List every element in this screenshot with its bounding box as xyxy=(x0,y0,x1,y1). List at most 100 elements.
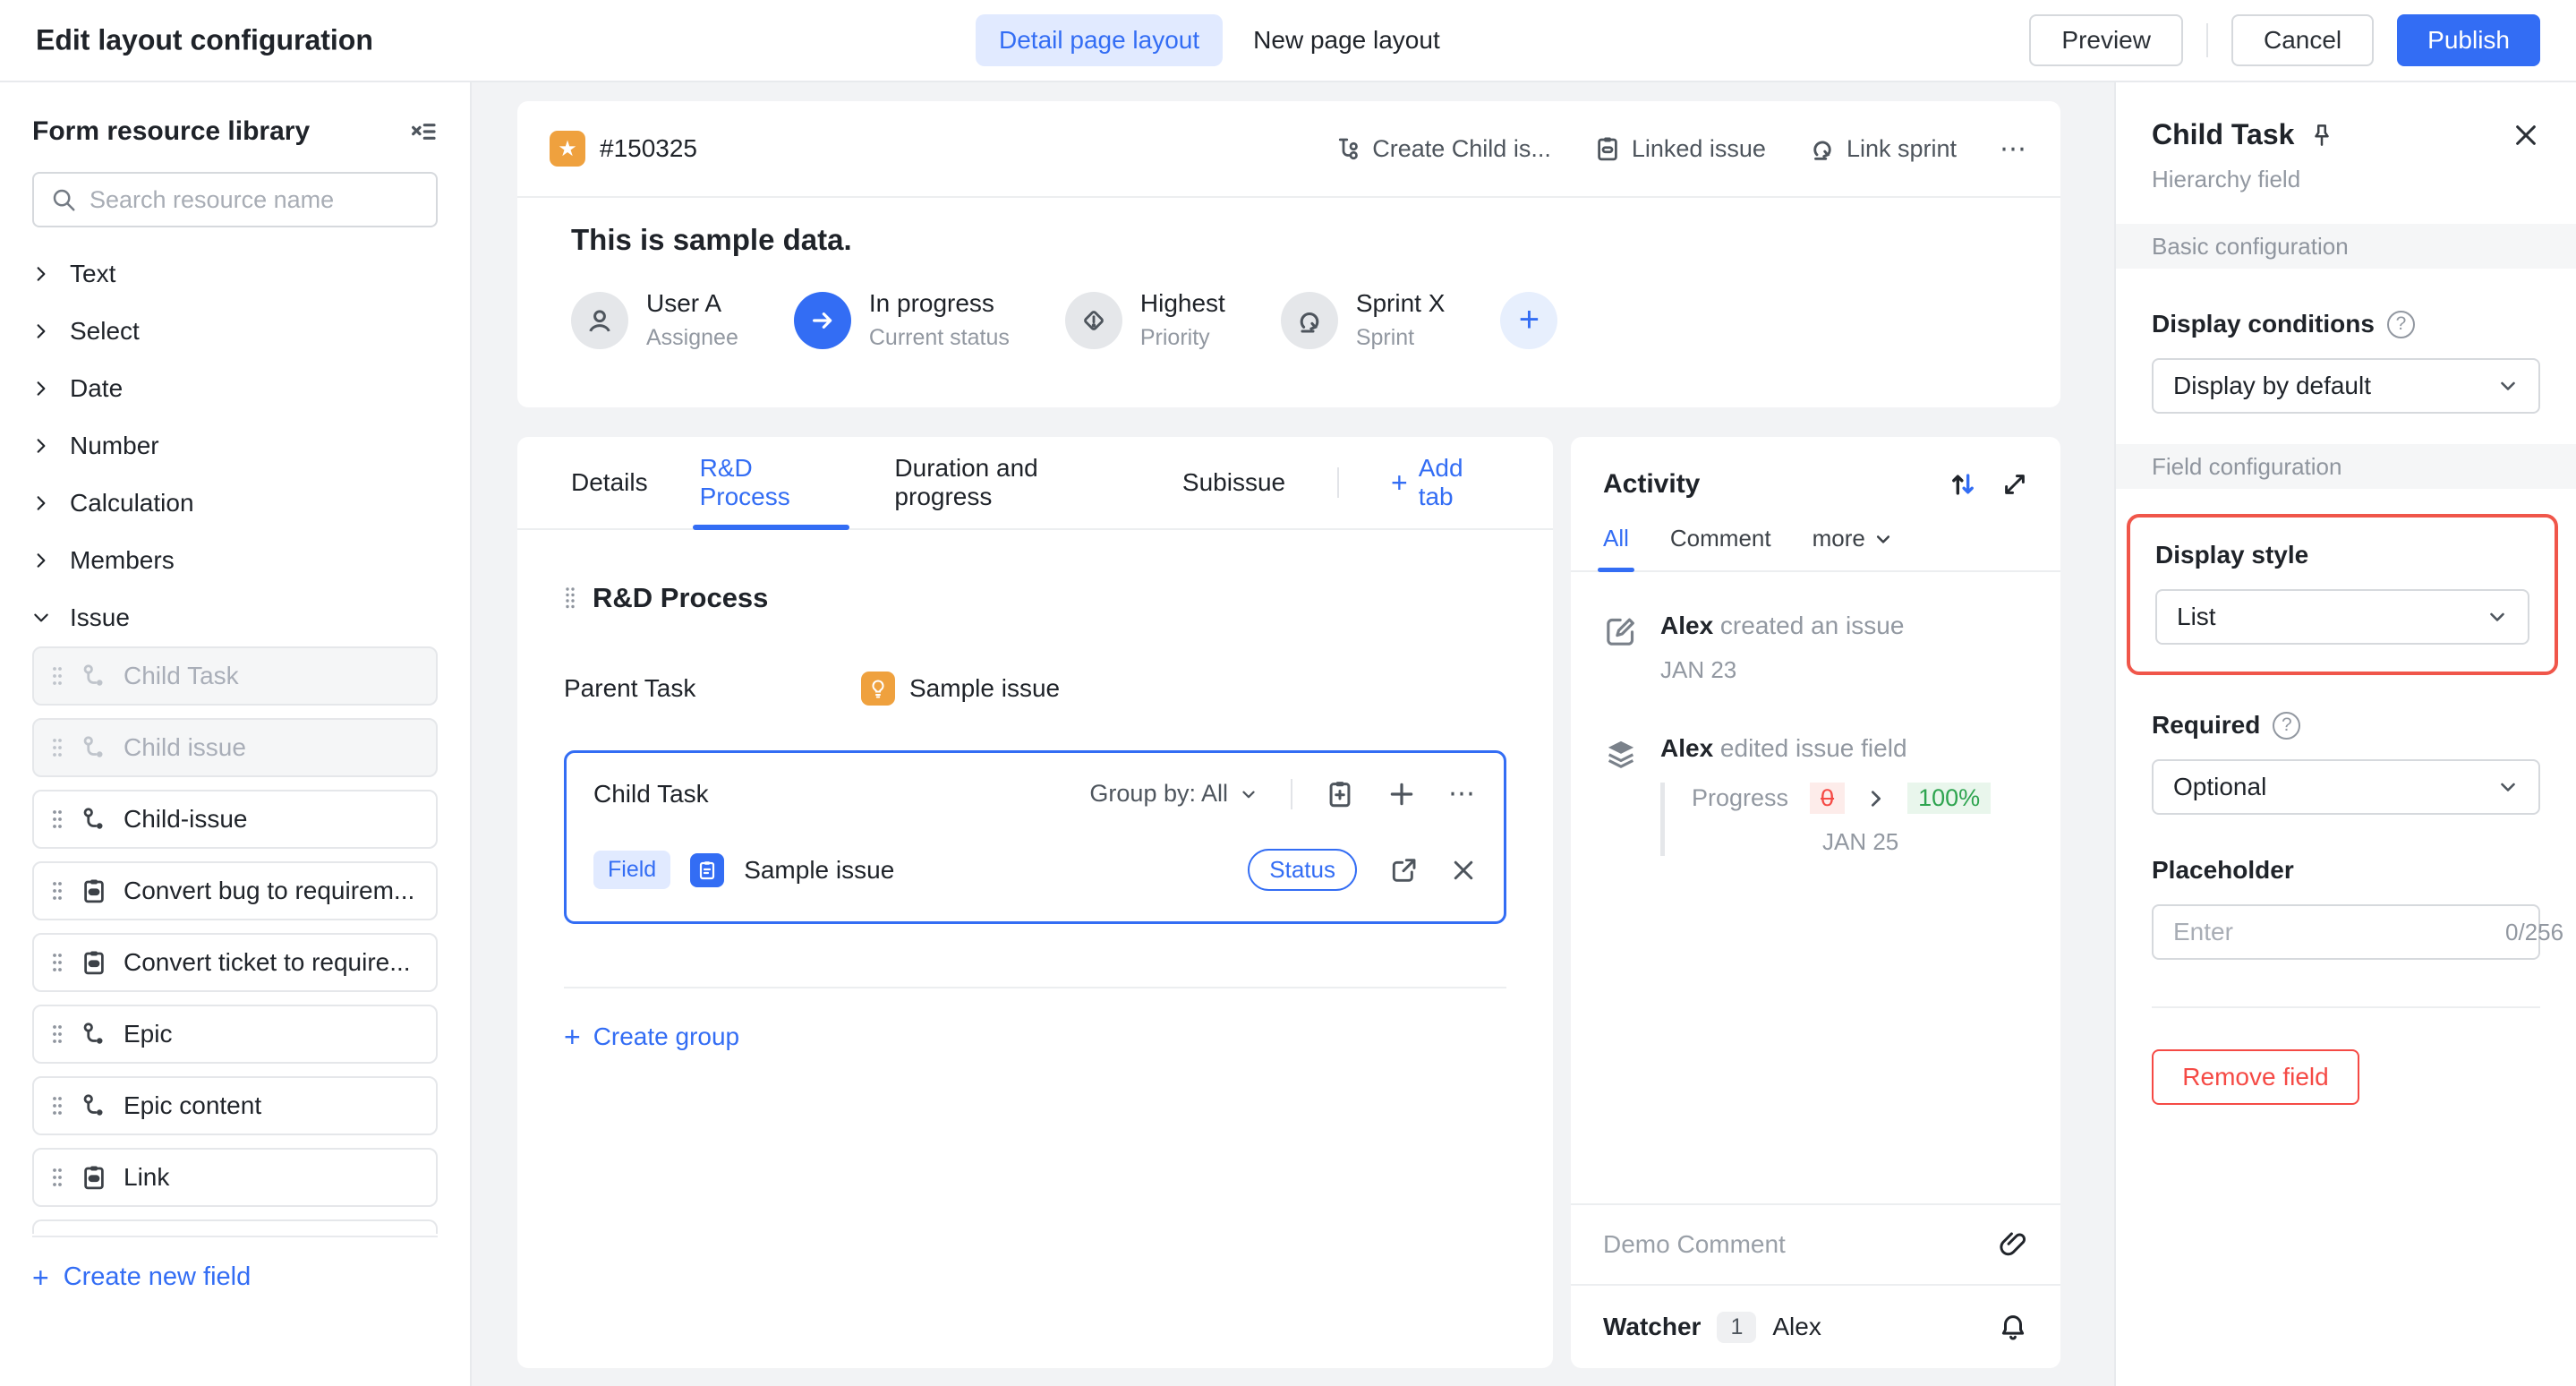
section-title: R&D Process xyxy=(593,582,769,613)
chevron-right-icon xyxy=(32,437,50,455)
remove-field-button[interactable]: Remove field xyxy=(2152,1049,2359,1105)
actor-name[interactable]: Alex xyxy=(1660,612,1713,639)
assignee-chip[interactable]: User A Assignee xyxy=(571,289,738,351)
group-toolbar-divider xyxy=(1291,778,1292,809)
close-panel-icon[interactable] xyxy=(2512,121,2540,150)
tab-detail-page-layout[interactable]: Detail page layout xyxy=(976,14,1224,66)
status-pill[interactable]: Status xyxy=(1248,849,1357,891)
required-select[interactable]: Optional xyxy=(2152,759,2540,815)
display-style-select[interactable]: List xyxy=(2155,589,2529,645)
resource-search[interactable] xyxy=(32,172,438,227)
drag-handle-icon[interactable] xyxy=(50,1094,64,1117)
drag-handle-icon[interactable] xyxy=(50,951,64,974)
convert-issue-icon xyxy=(81,949,107,976)
placeholder-field[interactable]: 0/256 xyxy=(2152,904,2563,960)
linked-issue-button[interactable]: Linked issue xyxy=(1594,135,1766,163)
display-conditions-select[interactable]: Display by default xyxy=(2152,358,2540,414)
collapse-panel-icon[interactable] xyxy=(409,117,438,146)
tree-item-date[interactable]: Date xyxy=(32,360,438,417)
group-by-dropdown[interactable]: Group by: All xyxy=(1089,780,1258,808)
chevron-down-icon xyxy=(2497,375,2519,397)
actor-name[interactable]: Alex xyxy=(1660,734,1713,762)
drag-handle-icon[interactable] xyxy=(50,1022,64,1046)
issue-header-card: ★ #150325 Create Child is... Linked issu… xyxy=(517,101,2060,407)
drag-handle-icon[interactable] xyxy=(50,1166,64,1189)
parent-task-value[interactable]: Sample issue xyxy=(909,674,1060,703)
help-question-icon[interactable]: ? xyxy=(2273,711,2301,740)
field-card-child-issue-2[interactable]: Child-issue xyxy=(32,790,438,849)
comment-input[interactable]: Demo Comment xyxy=(1571,1203,2060,1284)
tab-duration-and-progress[interactable]: Duration and progress xyxy=(894,437,1130,528)
tree-item-calculation[interactable]: Calculation xyxy=(32,475,438,532)
field-type-subtitle: Hierarchy field xyxy=(2152,166,2301,192)
attachment-paperclip-icon[interactable] xyxy=(1998,1229,2028,1260)
watcher-count-badge: 1 xyxy=(1717,1311,1757,1343)
chevron-down-icon xyxy=(1239,784,1258,804)
display-conditions-label: Display conditions xyxy=(2152,310,2375,338)
create-group-button[interactable]: + Create group xyxy=(564,1022,1506,1051)
field-card-epic[interactable]: Epic xyxy=(32,1005,438,1064)
field-card-epic-content[interactable]: Epic content xyxy=(32,1076,438,1135)
more-actions-button[interactable]: ⋯ xyxy=(2000,133,2028,165)
tree-item-number[interactable]: Number xyxy=(32,417,438,475)
field-card-convert-bug[interactable]: Convert bug to requirem... xyxy=(32,861,438,920)
tab-rd-process[interactable]: R&D Process xyxy=(692,437,850,530)
open-external-icon[interactable] xyxy=(1389,856,1418,885)
add-field-chip[interactable]: + xyxy=(1500,291,1558,349)
tab-details[interactable]: Details xyxy=(571,437,648,528)
create-child-issue-button[interactable]: Create Child is... xyxy=(1335,135,1551,163)
tree-item-issue[interactable]: Issue xyxy=(32,589,438,646)
add-issue-clipboard-icon[interactable] xyxy=(1325,779,1355,809)
row-issue-name[interactable]: Sample issue xyxy=(744,856,894,885)
form-resource-library-panel: Form resource library Text Select Date xyxy=(0,82,472,1386)
activity-tab-all[interactable]: All xyxy=(1598,525,1634,572)
drag-handle-icon[interactable] xyxy=(50,879,64,903)
priority-chip[interactable]: Highest Priority xyxy=(1064,289,1225,351)
cancel-button[interactable]: Cancel xyxy=(2231,14,2375,66)
add-tab-button[interactable]: + Add tab xyxy=(1391,454,1499,511)
tree-item-text[interactable]: Text xyxy=(32,245,438,303)
preview-button[interactable]: Preview xyxy=(2029,14,2183,66)
activity-tabs: All Comment more xyxy=(1571,525,2060,572)
sprint-chip[interactable]: Sprint X Sprint xyxy=(1280,289,1445,351)
tree-item-select[interactable]: Select xyxy=(32,303,438,360)
field-config-panel: Child Task Hierarchy field Basic configu… xyxy=(2114,82,2576,1386)
char-counter: 0/256 xyxy=(2505,918,2564,945)
activity-item-created: Alex created an issue JAN 23 xyxy=(1603,612,2028,684)
create-new-field-button[interactable]: + Create new field xyxy=(32,1262,438,1292)
tree-item-members[interactable]: Members xyxy=(32,532,438,589)
issue-detail-card: Details R&D Process Duration and progres… xyxy=(517,437,1553,1368)
tab-subissue[interactable]: Subissue xyxy=(1182,437,1285,528)
help-question-icon[interactable]: ? xyxy=(2386,310,2415,338)
sort-order-icon[interactable] xyxy=(1948,469,1978,500)
display-style-label: Display style xyxy=(2155,541,2309,569)
drag-handle-icon[interactable] xyxy=(50,808,64,831)
field-change-block: Progress 0 100% JAN 25 xyxy=(1660,783,1992,856)
remove-row-icon[interactable] xyxy=(1450,857,1477,884)
publish-button[interactable]: Publish xyxy=(2397,14,2540,66)
convert-issue-icon xyxy=(81,877,107,904)
group-more-button[interactable]: ⋯ xyxy=(1448,778,1477,809)
chevron-right-icon xyxy=(32,380,50,398)
page-title: Edit layout configuration xyxy=(36,23,373,56)
placeholder-input[interactable] xyxy=(2173,918,2496,946)
expand-panel-icon[interactable] xyxy=(2001,471,2028,498)
child-task-group-card[interactable]: Child Task Group by: All ⋯ Field Sample … xyxy=(564,750,1506,924)
avatar-icon xyxy=(571,291,628,349)
activity-tab-comment[interactable]: Comment xyxy=(1670,525,1771,570)
bell-icon[interactable] xyxy=(1998,1312,2028,1342)
pin-icon[interactable] xyxy=(2308,122,2335,149)
status-chip[interactable]: In progress Current status xyxy=(793,289,1010,351)
add-icon[interactable] xyxy=(1387,780,1416,808)
watcher-names[interactable]: Alex xyxy=(1772,1313,1821,1341)
tab-new-page-layout[interactable]: New page layout xyxy=(1253,26,1440,55)
issue-type-star-icon: ★ xyxy=(550,131,585,167)
drag-handle-icon[interactable] xyxy=(564,585,576,612)
search-input[interactable] xyxy=(90,185,420,214)
field-card-link[interactable]: Link xyxy=(32,1148,438,1207)
activity-more-dropdown[interactable]: more xyxy=(1813,525,1892,570)
field-card-convert-ticket[interactable]: Convert ticket to require... xyxy=(32,933,438,992)
link-sprint-button[interactable]: Link sprint xyxy=(1809,135,1957,163)
field-card-partial xyxy=(32,1219,438,1234)
resource-tree: Text Select Date Number Calculation Memb… xyxy=(32,245,438,646)
